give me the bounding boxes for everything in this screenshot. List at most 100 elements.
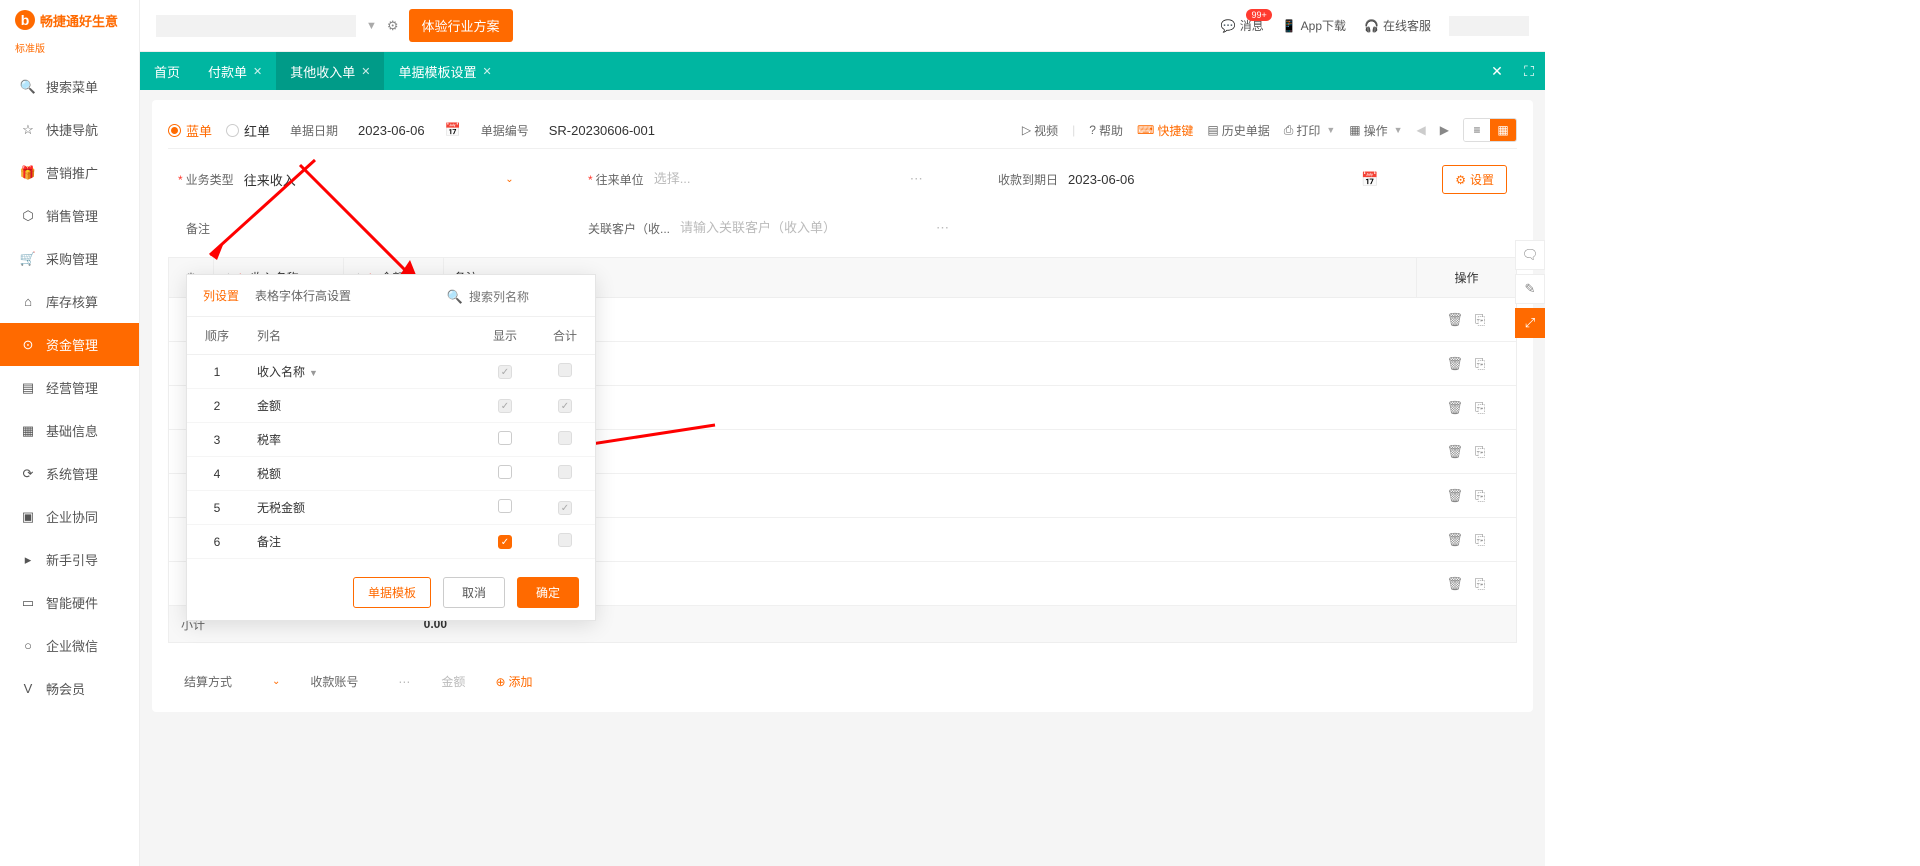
remark-input[interactable]: [220, 217, 490, 241]
column-row: 1 收入名称▼ ✓: [187, 355, 595, 389]
calendar-icon[interactable]: 📅: [445, 122, 461, 138]
field-remark[interactable]: 备注: [178, 217, 558, 241]
close-icon[interactable]: ✕: [361, 65, 370, 78]
delete-icon[interactable]: 🗑: [1447, 576, 1464, 592]
radio-blue[interactable]: 蓝单: [168, 121, 212, 140]
copy-icon[interactable]: ⎘: [1475, 400, 1485, 416]
delete-icon[interactable]: 🗑: [1447, 312, 1464, 328]
total-checkbox: ✓: [535, 398, 595, 414]
chevron-down-icon[interactable]: ▼: [366, 20, 377, 32]
copy-icon[interactable]: ⎘: [1475, 532, 1485, 548]
cancel-button[interactable]: 取消: [443, 577, 505, 608]
nav-item-14[interactable]: V畅会员: [0, 667, 139, 710]
field-settle-method[interactable]: 结算方式⌄: [184, 673, 280, 690]
view-detail-icon[interactable]: ▦: [1490, 119, 1516, 141]
chevron-down-icon[interactable]: ▼: [309, 368, 318, 378]
nav-item-2[interactable]: 🎁营销推广: [0, 151, 139, 194]
calendar-icon[interactable]: 📅: [1361, 171, 1378, 188]
document-header: 蓝单 红单 单据日期 2023-06-06 📅 单据编号 SR-20230606…: [168, 112, 1517, 149]
nav-item-9[interactable]: ⟳系统管理: [0, 452, 139, 495]
show-checkbox: [475, 465, 535, 482]
column-row: 2 金额 ✓ ✓: [187, 389, 595, 423]
nav-item-5[interactable]: ⌂库存核算: [0, 280, 139, 323]
partner-input[interactable]: [654, 167, 910, 191]
date-value[interactable]: 2023-06-06: [358, 123, 425, 138]
tool-edit-icon[interactable]: ✎: [1515, 274, 1545, 304]
nav-item-4[interactable]: 🛒采购管理: [0, 237, 139, 280]
nav-item-6[interactable]: ⊙资金管理: [0, 323, 139, 366]
help-link[interactable]: ?帮助: [1089, 122, 1123, 139]
delete-icon[interactable]: 🗑: [1447, 356, 1464, 372]
nav-icon: ⊙: [20, 337, 36, 353]
ops-link[interactable]: ▦操作▼: [1349, 122, 1402, 139]
nav-item-12[interactable]: ▭智能硬件: [0, 581, 139, 624]
prev-icon[interactable]: ◀: [1417, 123, 1426, 137]
nav-icon: ⬡: [20, 208, 36, 224]
copy-icon[interactable]: ⎘: [1475, 576, 1485, 592]
tab-0[interactable]: 首页: [140, 52, 194, 90]
messages-link[interactable]: 💬 消息 99+: [1221, 17, 1264, 34]
tab-close-current-icon[interactable]: ✕: [1481, 63, 1513, 80]
next-icon[interactable]: ▶: [1440, 123, 1449, 137]
copy-icon[interactable]: ⎘: [1475, 312, 1485, 328]
customer-input[interactable]: [680, 216, 936, 240]
nav-item-7[interactable]: ▤经营管理: [0, 366, 139, 409]
radio-red[interactable]: 红单: [226, 121, 270, 140]
nav-item-10[interactable]: ▣企业协同: [0, 495, 139, 538]
nav-item-1[interactable]: ☆快捷导航: [0, 108, 139, 151]
field-due-date[interactable]: 收款到期日 2023-06-06: [998, 171, 1298, 188]
nav-item-8[interactable]: ▦基础信息: [0, 409, 139, 452]
field-partner[interactable]: *往来单位 ⋯: [588, 167, 968, 192]
user-badge[interactable]: [1449, 16, 1529, 36]
tool-expand-icon[interactable]: ⤢: [1515, 308, 1545, 338]
nav-item-13[interactable]: ○企业微信: [0, 624, 139, 667]
close-icon[interactable]: ✕: [253, 65, 262, 78]
view-list-icon[interactable]: ≡: [1464, 119, 1490, 141]
gear-icon[interactable]: ⚙: [387, 18, 399, 34]
delete-icon[interactable]: 🗑: [1447, 532, 1464, 548]
video-link[interactable]: ▷视频: [1022, 122, 1058, 139]
more-icon[interactable]: ⋯: [936, 220, 950, 236]
chevron-down-icon: ⌄: [272, 676, 280, 687]
confirm-button[interactable]: 确定: [517, 577, 579, 608]
field-customer[interactable]: 关联客户（收... ⋯: [588, 216, 968, 241]
tab-expand-icon[interactable]: ⛶: [1513, 63, 1545, 80]
copy-icon[interactable]: ⎘: [1475, 488, 1485, 504]
tab-1[interactable]: 付款单✕: [194, 52, 276, 90]
play-icon: ▷: [1022, 123, 1031, 137]
show-checkbox: [475, 431, 535, 448]
close-icon[interactable]: ✕: [483, 65, 492, 78]
more-icon[interactable]: ⋯: [910, 171, 924, 187]
more-icon[interactable]: ⋯: [398, 675, 411, 689]
settings-button[interactable]: ⚙设置: [1442, 165, 1507, 194]
add-button[interactable]: ⊕添加: [495, 673, 532, 690]
tab-font-settings[interactable]: 表格字体行高设置: [255, 287, 351, 306]
column-search-input[interactable]: [469, 290, 579, 304]
nav-item-11[interactable]: ▸新手引导: [0, 538, 139, 581]
copy-icon[interactable]: ⎘: [1475, 356, 1485, 372]
delete-icon[interactable]: 🗑: [1447, 488, 1464, 504]
nav-item-3[interactable]: ⬡销售管理: [0, 194, 139, 237]
delete-icon[interactable]: 🗑: [1447, 444, 1464, 460]
nav-item-0[interactable]: 🔍搜索菜单: [0, 65, 139, 108]
tool-note-icon[interactable]: 🗨: [1515, 240, 1545, 270]
field-amount[interactable]: 金额: [441, 673, 465, 690]
tab-column-settings[interactable]: 列设置: [203, 287, 239, 306]
org-selector[interactable]: [156, 15, 356, 37]
template-button[interactable]: 单据模板: [353, 577, 431, 608]
history-link[interactable]: ▤历史单据: [1207, 122, 1269, 139]
print-link[interactable]: ⎙打印▼: [1284, 122, 1336, 139]
copy-icon[interactable]: ⎘: [1475, 444, 1485, 460]
shortcut-link[interactable]: ⌨快捷键: [1137, 122, 1193, 139]
sidebar: b 畅捷通好生意 标准版 🔍搜索菜单☆快捷导航🎁营销推广⬡销售管理🛒采购管理⌂库…: [0, 0, 140, 866]
field-biz-type[interactable]: *业务类型 往来收入⌄: [178, 170, 558, 190]
tab-3[interactable]: 单据模板设置✕: [384, 52, 505, 90]
industry-plan-button[interactable]: 体验行业方案: [409, 9, 513, 42]
field-account[interactable]: 收款账号⋯: [310, 673, 411, 690]
app-download-link[interactable]: 📱 App下载: [1282, 17, 1346, 34]
tab-2[interactable]: 其他收入单✕: [276, 52, 384, 90]
support-link[interactable]: 🎧 在线客服: [1364, 17, 1431, 34]
code-value: SR-20230606-001: [549, 123, 655, 138]
logo-icon: b: [15, 10, 35, 30]
delete-icon[interactable]: 🗑: [1447, 400, 1464, 416]
